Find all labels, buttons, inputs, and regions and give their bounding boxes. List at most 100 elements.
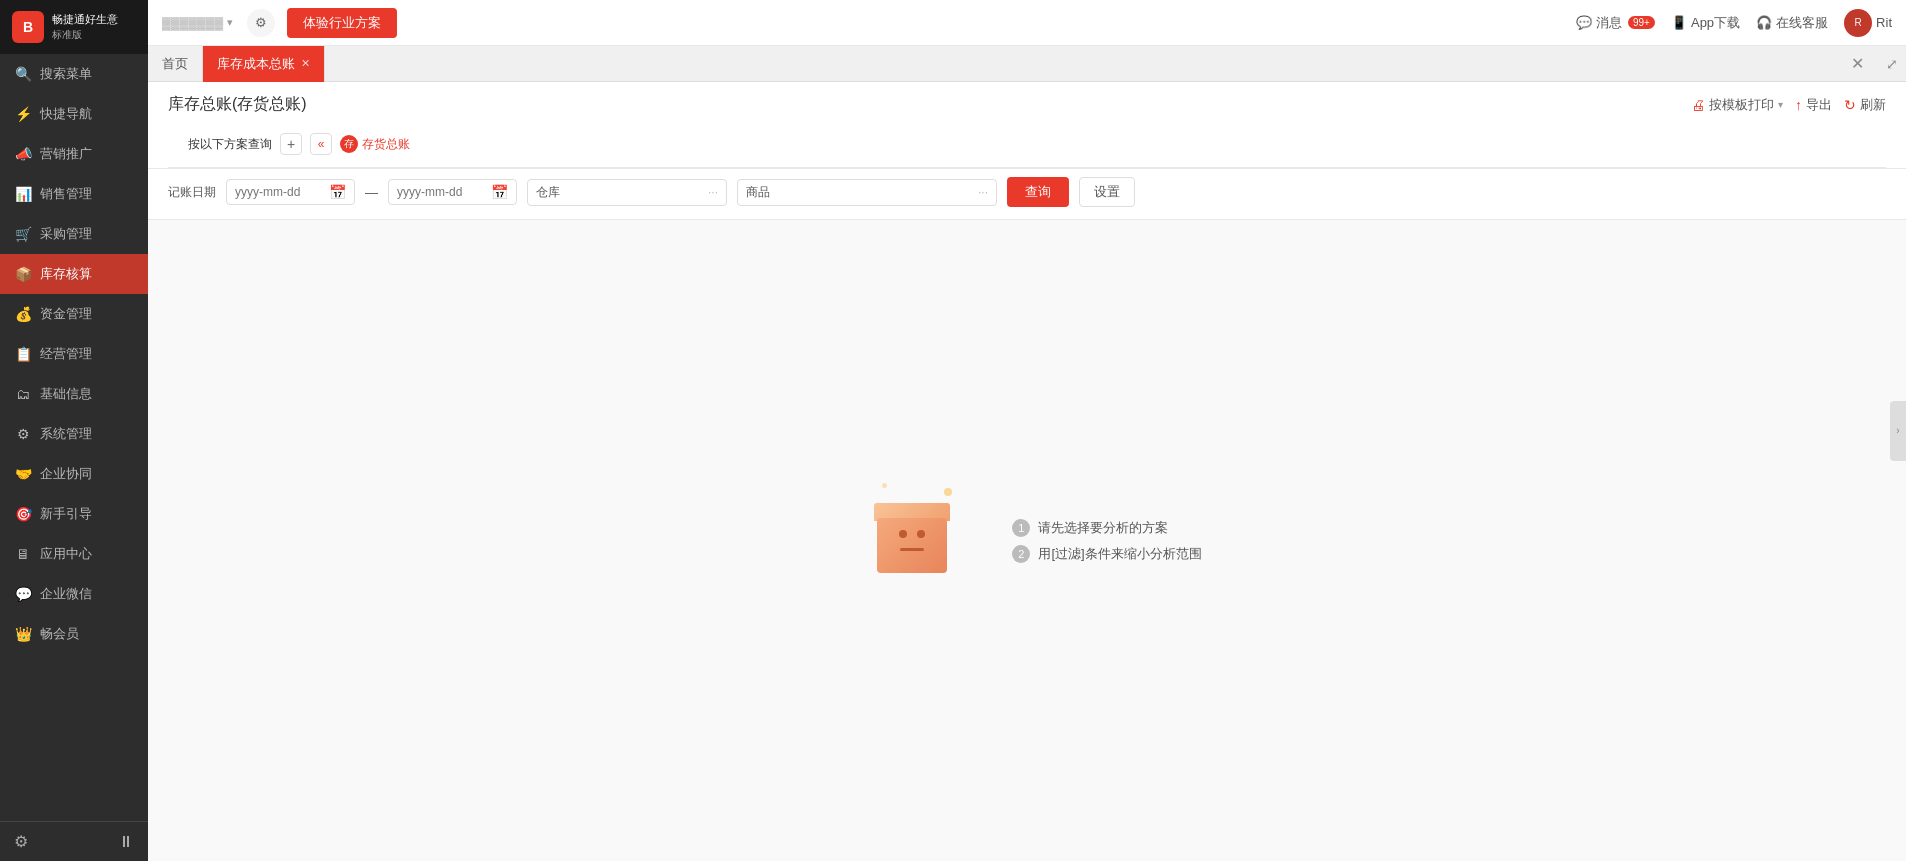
product-label: 商品 [746,184,770,201]
tab-inventory-ledger[interactable]: 库存成本总账 ✕ [203,46,325,82]
search-icon: 🔍 [14,65,32,83]
clipboard-icon: 📋 [14,345,32,363]
date-end-input[interactable]: 📅 [388,179,517,205]
sidebar-item-label: 经营管理 [40,345,92,363]
refresh-icon: ↻ [1844,97,1856,113]
product-selector[interactable]: 商品 ··· [737,179,997,206]
warehouse-label: 仓库 [536,184,560,201]
print-label: 按模板打印 [1709,96,1774,114]
sidebar-item-wecom[interactable]: 💬 企业微信 [0,574,148,614]
warehouse-selector[interactable]: 仓库 ··· [527,179,727,206]
empty-hint-2: 2 用[过滤]条件来缩小分析范围 [1012,545,1201,563]
page-title-row: 库存总账(存货总账) 🖨 按模板打印 ▾ ↑ 导出 ↻ 刷新 [168,94,1886,115]
hint-text-2: 用[过滤]条件来缩小分析范围 [1038,545,1201,563]
sidebar-item-quick-nav[interactable]: ⚡ 快捷导航 [0,94,148,134]
sidebar-item-label: 采购管理 [40,225,92,243]
handshake-icon: 🤝 [14,465,32,483]
sidebar-item-finance[interactable]: 💰 资金管理 [0,294,148,334]
settings-bottom-icon[interactable]: ⚙ [14,832,28,851]
filter-collapse-button[interactable]: « [310,133,332,155]
sidebar-item-vip[interactable]: 👑 畅会员 [0,614,148,654]
calendar-end-icon: 📅 [491,184,508,200]
main-content: ▓▓▓▓▓▓▓ ▾ ⚙ 体验行业方案 💬 消息 99+ 📱 App下载 🎧 在线… [148,0,1906,861]
filter-section-label: 按以下方案查询 [188,136,272,153]
filter-row2: 记账日期 📅 — 📅 仓库 ··· 商品 ··· 查询 设置 [148,169,1906,220]
sidebar-item-label: 基础信息 [40,385,92,403]
empty-hints: 1 请先选择要分析的方案 2 用[过滤]条件来缩小分析范围 [1012,519,1201,563]
tab-close-icon[interactable]: ✕ [301,57,310,70]
app-download-button[interactable]: 📱 App下载 [1671,14,1740,32]
date-start-field[interactable] [235,185,325,199]
filter-bar: 按以下方案查询 + « 存 存货总账 [168,125,1886,168]
sidebar-item-inventory[interactable]: 📦 库存核算 [0,254,148,294]
filter-add-button[interactable]: + [280,133,302,155]
scheme-icon: 存 [340,135,358,153]
date-range-separator: — [365,185,378,200]
sidebar-item-purchase[interactable]: 🛒 采购管理 [0,214,148,254]
user-avatar: R [1844,9,1872,37]
empty-state: 1 请先选择要分析的方案 2 用[过滤]条件来缩小分析范围 [148,220,1906,861]
sidebar-item-guide[interactable]: 🎯 新手引导 [0,494,148,534]
settings-button[interactable]: 设置 [1079,177,1135,207]
audio-icon[interactable]: ⏸ [118,833,134,851]
sidebar-item-label: 营销推广 [40,145,92,163]
app-name: 畅捷通好生意 [52,12,118,27]
box-icon: 📦 [14,265,32,283]
star1-decoration [944,488,952,496]
export-button[interactable]: ↑ 导出 [1795,96,1832,114]
page-header-actions: 🖨 按模板打印 ▾ ↑ 导出 ↻ 刷新 [1691,96,1886,114]
sidebar-item-enterprise[interactable]: 🤝 企业协同 [0,454,148,494]
page-title: 库存总账(存货总账) [168,94,307,115]
headset-icon: 🎧 [1756,15,1772,30]
user-name: Rit [1876,15,1892,30]
export-icon: ↑ [1795,97,1802,113]
product-more-icon: ··· [978,185,988,199]
tab-area-close-button[interactable]: ✕ [1837,54,1878,73]
hint-text-1: 请先选择要分析的方案 [1038,519,1168,537]
sidebar-item-search[interactable]: 🔍 搜索菜单 [0,54,148,94]
query-button[interactable]: 查询 [1007,177,1069,207]
sidebar-menu: 🔍 搜索菜单 ⚡ 快捷导航 📣 营销推广 📊 销售管理 🛒 采购管理 📦 库存核… [0,54,148,821]
message-icon: 💬 [1576,15,1592,30]
crown-icon: 👑 [14,625,32,643]
right-panel-toggle[interactable]: › [1890,401,1906,461]
folder-icon: 🗂 [14,385,32,403]
sidebar-item-sales[interactable]: 📊 销售管理 [0,174,148,214]
filter-scheme-item[interactable]: 存 存货总账 [340,135,410,153]
box-body [877,518,947,573]
sidebar-item-marketing[interactable]: 📣 营销推广 [0,134,148,174]
phone-icon: 📱 [1671,15,1687,30]
user-menu[interactable]: R Rit [1844,9,1892,37]
messages-button[interactable]: 💬 消息 99+ [1576,14,1655,32]
warehouse-more-icon: ··· [708,185,718,199]
chat-icon: 💬 [14,585,32,603]
tab-home[interactable]: 首页 [148,46,203,82]
topbar-left: ▓▓▓▓▓▓▓ ▾ ⚙ 体验行业方案 [162,8,1576,38]
logo-icon: B [12,11,44,43]
print-button[interactable]: 🖨 按模板打印 ▾ [1691,96,1783,114]
sidebar-item-operations[interactable]: 📋 经营管理 [0,334,148,374]
breadcrumb-chevron-icon: ▾ [227,16,233,29]
money-icon: 💰 [14,305,32,323]
sidebar-item-label: 应用中心 [40,545,92,563]
online-service-button[interactable]: 🎧 在线客服 [1756,14,1828,32]
tabs-bar: 首页 库存成本总账 ✕ ✕ ⤢ [148,46,1906,82]
sidebar-item-basic-info[interactable]: 🗂 基础信息 [0,374,148,414]
date-label: 记账日期 [168,184,216,201]
trial-industry-button[interactable]: 体验行业方案 [287,8,397,38]
app-version: 标准版 [52,28,118,42]
topbar-settings-button[interactable]: ⚙ [247,9,275,37]
sidebar-item-app-center[interactable]: 🖥 应用中心 [0,534,148,574]
sidebar-item-system[interactable]: ⚙ 系统管理 [0,414,148,454]
monitor-icon: 🖥 [14,545,32,563]
date-start-input[interactable]: 📅 [226,179,355,205]
tab-expand-icon[interactable]: ⤢ [1878,56,1906,72]
app-download-label: App下载 [1691,14,1740,32]
lightning-icon: ⚡ [14,105,32,123]
sidebar-item-label: 系统管理 [40,425,92,443]
messages-badge: 99+ [1628,16,1655,29]
refresh-button[interactable]: ↻ 刷新 [1844,96,1886,114]
app-logo: B 畅捷通好生意 标准版 [0,0,148,54]
cart-icon: 🛒 [14,225,32,243]
date-end-field[interactable] [397,185,487,199]
